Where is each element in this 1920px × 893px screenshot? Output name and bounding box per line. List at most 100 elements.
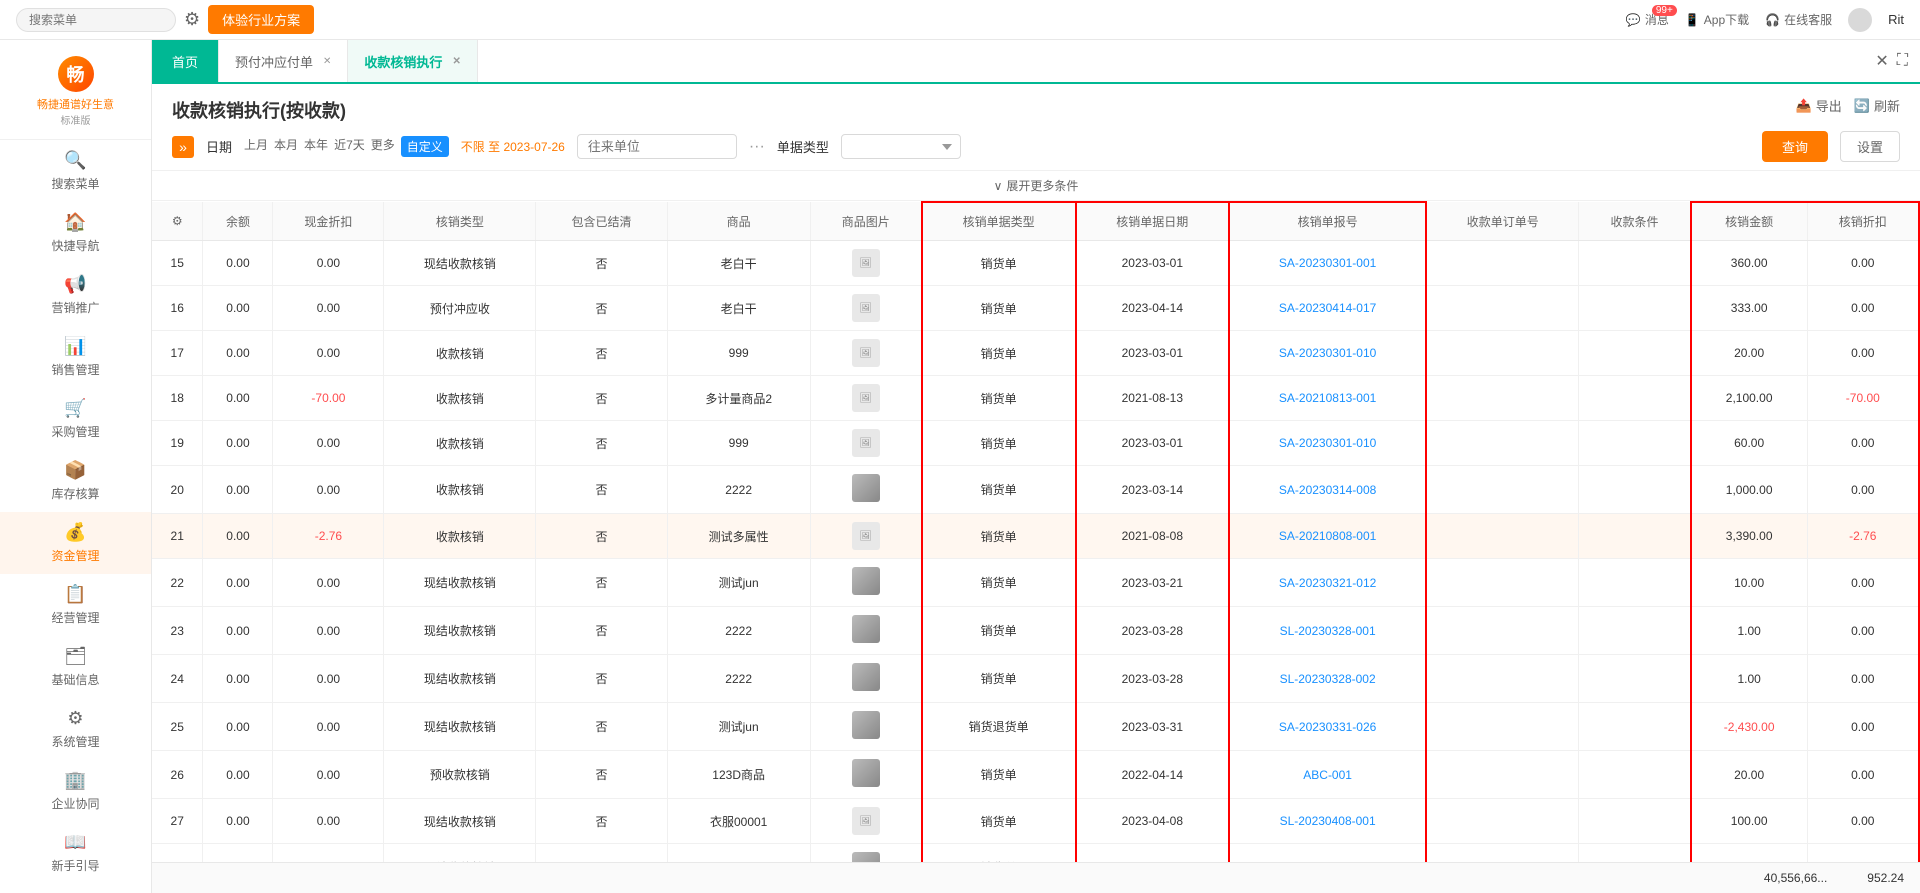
bill-report-no-link[interactable]: SA-20230321-012 — [1279, 576, 1376, 590]
close-window-icon[interactable]: ✕ — [1875, 51, 1888, 71]
bill-report-no-link[interactable]: ABC-001 — [1303, 768, 1352, 782]
sidebar-item-basic[interactable]: 🗂 基础信息 — [0, 636, 151, 698]
cell-offset-discount: 0.00 — [1807, 799, 1919, 844]
cell-num: 25 — [152, 703, 203, 751]
settings-btn[interactable]: 设置 — [1840, 131, 1900, 162]
cell-bill-report-no: ABC-001 — [1229, 751, 1426, 799]
tab-home[interactable]: 首页 — [152, 40, 219, 82]
bill-report-no-link[interactable]: SA-20230301-001 — [1279, 256, 1376, 270]
bill-report-no-link[interactable]: SL-20230328-002 — [1280, 672, 1376, 686]
cell-goods: 测试jun — [667, 559, 810, 607]
cell-receipt-order-no — [1426, 655, 1579, 703]
tab-prepay-close[interactable]: ✕ — [323, 56, 331, 67]
tab-receipt-offset-close[interactable]: ✕ — [452, 56, 460, 67]
logo-area: 畅 畅捷通谱好生意 标准版 — [0, 48, 151, 140]
date-this-year[interactable]: 本年 — [304, 136, 328, 157]
cell-goods: 2222 — [667, 655, 810, 703]
tab-receipt-offset[interactable]: 收款核销执行 ✕ — [348, 40, 477, 82]
cell-offset-discount: 0.00 — [1807, 466, 1919, 514]
messages-btn[interactable]: 💬 消息 99+ — [1626, 11, 1669, 28]
bill-report-no-link[interactable]: SA-20210808-001 — [1279, 529, 1376, 543]
cell-receipt-order-no — [1426, 376, 1579, 421]
cell-include-settled: 否 — [536, 514, 667, 559]
bill-report-no-link[interactable]: SA-20230414-017 — [1279, 301, 1376, 315]
cell-receipt-order-no — [1426, 331, 1579, 376]
query-btn[interactable]: 查询 — [1762, 131, 1828, 162]
cell-receipt-condition — [1579, 607, 1691, 655]
guide-icon: 📖 — [64, 832, 86, 853]
cell-goods: 测试jun — [667, 703, 810, 751]
date-this-month[interactable]: 本月 — [274, 136, 298, 157]
page-title: 收款核销执行(按收款) — [172, 97, 346, 123]
bill-report-no-link[interactable]: SA-20230331-026 — [1279, 720, 1376, 734]
sidebar-item-marketing[interactable]: 📢 营销推广 — [0, 264, 151, 326]
cell-receipt-condition — [1579, 703, 1691, 751]
search-input[interactable] — [16, 8, 176, 32]
goods-thumb — [852, 759, 880, 787]
table-row: 23 0.00 0.00 现结收款核销 否 2222 销货单 2023-03-2… — [152, 607, 1919, 655]
cell-include-settled: 否 — [536, 376, 667, 421]
industry-btn[interactable]: 体验行业方案 — [208, 5, 314, 34]
cell-receipt-order-no — [1426, 286, 1579, 331]
sidebar-item-label: 系统管理 — [51, 733, 99, 750]
date-7-days[interactable]: 近7天 — [334, 136, 365, 157]
partner-dots[interactable]: ··· — [749, 138, 765, 156]
sidebar-item-system[interactable]: ⚙ 系统管理 — [0, 698, 151, 760]
cell-offset-amount: 3,390.00 — [1691, 514, 1807, 559]
app-download-btn[interactable]: 📱 App下载 — [1685, 11, 1749, 28]
sidebar-item-search[interactable]: 🔍 搜索菜单 — [0, 140, 151, 202]
cell-offset-type: 现结收款核销 — [384, 241, 536, 286]
sidebar-item-purchase[interactable]: 🛒 采购管理 — [0, 388, 151, 450]
bill-report-no-link[interactable]: SA-20230314-008 — [1279, 483, 1376, 497]
cell-bill-report-date: 2023-03-01 — [1076, 331, 1230, 376]
finance-icon: 💰 — [64, 522, 86, 543]
date-more[interactable]: 更多 — [371, 136, 395, 157]
tab-bar-right: ✕ ⛶ — [1875, 51, 1920, 71]
gear-icon[interactable]: ⚙ — [184, 9, 200, 30]
cell-include-settled: 否 — [536, 607, 667, 655]
date-custom[interactable]: 自定义 — [401, 136, 449, 157]
tab-prepay[interactable]: 预付冲应付单 ✕ — [219, 40, 348, 82]
cell-receipt-order-no — [1426, 514, 1579, 559]
cell-include-settled: 否 — [536, 559, 667, 607]
sidebar-item-inventory[interactable]: 📦 库存核算 — [0, 450, 151, 512]
col-header-gear[interactable]: ⚙ — [152, 202, 203, 241]
cell-include-settled: 否 — [536, 703, 667, 751]
bill-type-select[interactable] — [841, 134, 961, 159]
refresh-btn[interactable]: 🔄 刷新 — [1854, 96, 1900, 115]
sidebar-item-finance[interactable]: 💰 资金管理 — [0, 512, 151, 574]
expand-more-link[interactable]: ∨ 展开更多条件 — [994, 177, 1079, 194]
sidebar-item-label: 资金管理 — [51, 547, 99, 564]
col-header-bill-report-no: 核销单报号 — [1229, 202, 1426, 241]
sidebar-item-smart-hw[interactable]: 🖨 智能硬件 — [0, 884, 151, 893]
cell-offset-discount: 0.00 — [1807, 844, 1919, 863]
message-icon: 💬 — [1626, 13, 1641, 27]
date-last-month[interactable]: 上月 — [244, 136, 268, 157]
bill-report-no-link[interactable]: SA-20230301-010 — [1279, 346, 1376, 360]
bill-report-no-link[interactable]: SL-20230328-001 — [1280, 624, 1376, 638]
online-service-btn[interactable]: 🎧 在线客服 — [1765, 11, 1832, 28]
sidebar-item-label: 销售管理 — [51, 361, 99, 378]
cell-offset-amount: 20.00 — [1691, 751, 1807, 799]
cell-goods: 123D商品 — [667, 751, 810, 799]
sidebar-item-enterprise[interactable]: 🏢 企业协同 — [0, 760, 151, 822]
partner-input[interactable] — [577, 134, 737, 159]
cell-balance: 0.00 — [203, 703, 273, 751]
sidebar-item-quick-nav[interactable]: 🏠 快捷导航 — [0, 202, 151, 264]
export-btn[interactable]: 📤 导出 — [1796, 96, 1842, 115]
table-footer: 40,556,66... 952.24 — [152, 862, 1920, 893]
bill-report-no-link[interactable]: SA-20210813-001 — [1279, 391, 1376, 405]
cell-goods-image — [810, 607, 922, 655]
cell-cash-discount: 0.00 — [273, 751, 384, 799]
maximize-icon[interactable]: ⛶ — [1897, 52, 1908, 70]
bill-report-no-link[interactable]: SA-20230301-010 — [1279, 436, 1376, 450]
cell-receipt-condition — [1579, 286, 1691, 331]
cell-bill-report-date: 2022-04-14 — [1076, 751, 1230, 799]
cell-cash-discount: -70.00 — [273, 376, 384, 421]
sidebar-item-guide[interactable]: 📖 新手引导 — [0, 822, 151, 884]
sidebar-item-ops[interactable]: 📋 经营管理 — [0, 574, 151, 636]
sidebar-item-sales[interactable]: 📊 销售管理 — [0, 326, 151, 388]
bill-report-no-link[interactable]: SL-20230408-001 — [1280, 814, 1376, 828]
expand-filter-btn[interactable]: » — [172, 136, 194, 158]
cell-bill-report-date: 2021-08-13 — [1076, 376, 1230, 421]
